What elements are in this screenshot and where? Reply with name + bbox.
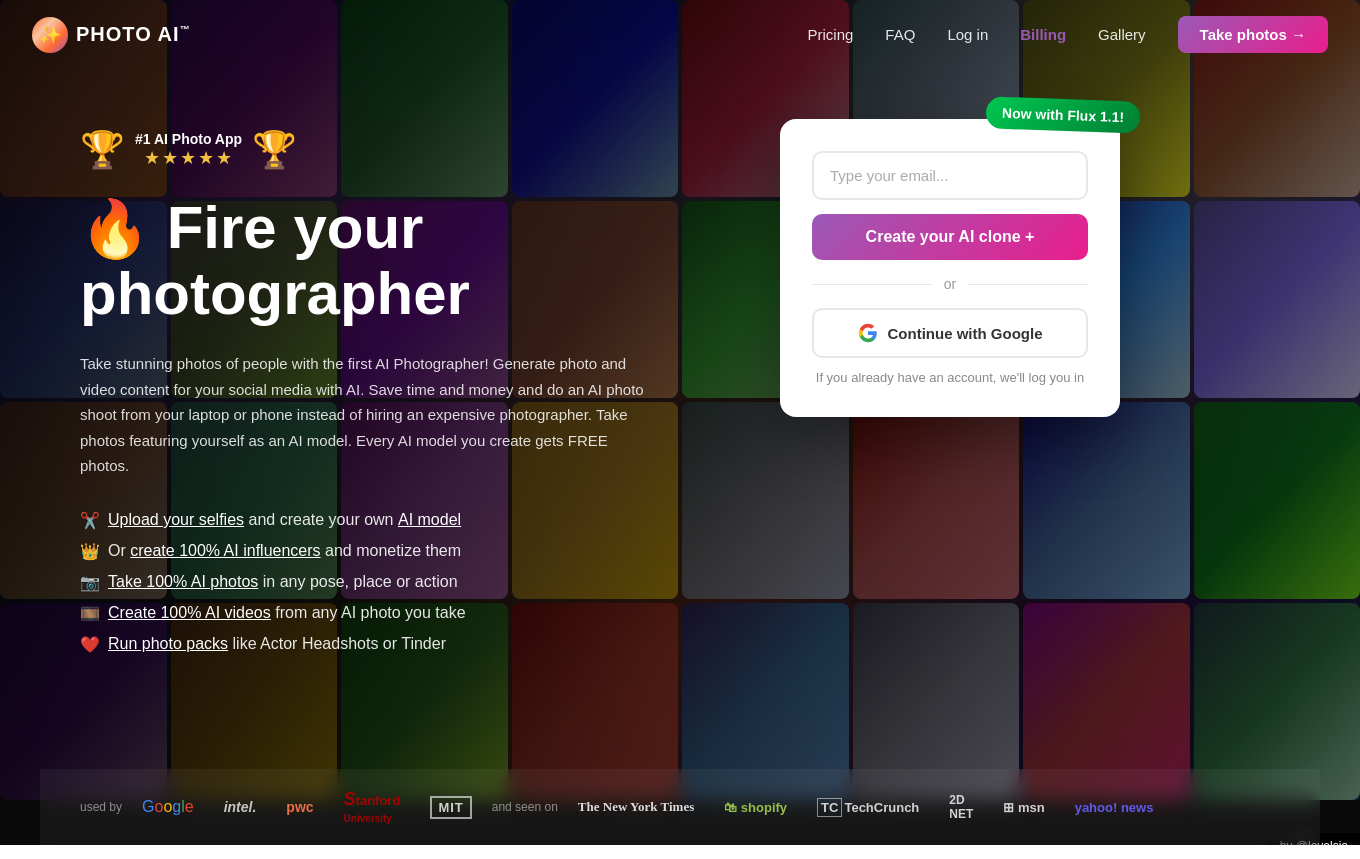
- run-photo-packs-link[interactable]: Run photo packs: [108, 635, 228, 652]
- google-signin-button[interactable]: Continue with Google: [812, 308, 1088, 358]
- upload-selfies-link[interactable]: Upload your selfies: [108, 511, 244, 528]
- ai-influencers-link[interactable]: create 100% AI influencers: [130, 542, 320, 559]
- film-icon: 🎞️: [80, 604, 100, 623]
- brands-inner: used by Google intel. pwc StanfordUniver…: [40, 769, 1320, 845]
- hero-headline: 🔥 Fire yourphotographer: [80, 195, 740, 327]
- crown-icon: 👑: [80, 542, 100, 561]
- take-photos-button[interactable]: Take photos →: [1178, 16, 1328, 53]
- brand-nyt: The New York Times: [578, 799, 694, 815]
- signup-card: Create your AI clone + or Continue with …: [780, 119, 1120, 417]
- used-by-label: used by: [80, 800, 122, 814]
- brand-msn: ⊞ msn: [1003, 800, 1044, 815]
- email-input[interactable]: [812, 151, 1088, 200]
- logo-link[interactable]: ✨ PHOTO AI™: [32, 17, 191, 53]
- brand-yahoo: yahoo! news: [1075, 800, 1154, 815]
- create-ai-videos-link[interactable]: Create 100% AI videos: [108, 604, 271, 621]
- create-clone-button[interactable]: Create your AI clone +: [812, 214, 1088, 260]
- award-text-block: #1 AI Photo App ★★★★★: [135, 131, 242, 169]
- brand-shopify: 🛍 shopify: [724, 800, 787, 815]
- brand-intel: intel.: [224, 799, 257, 815]
- feature-influencer: 👑 Or create 100% AI influencers and mone…: [80, 542, 740, 561]
- hero-features-list: ✂️ Upload your selfies and create your o…: [80, 511, 740, 654]
- nav-billing[interactable]: Billing: [1020, 26, 1066, 43]
- media-logos: The New York Times 🛍 shopify TCTechCrunc…: [578, 793, 1154, 821]
- google-icon: [858, 323, 878, 343]
- feature-photo-packs: ❤️ Run photo packs like Actor Headshots …: [80, 635, 740, 654]
- seen-on-label: and seen on: [492, 800, 558, 814]
- logo-text: PHOTO AI™: [76, 23, 191, 46]
- brand-zdnet: 2DNET: [949, 793, 973, 821]
- heart-icon: ❤️: [80, 635, 100, 654]
- brand-mit: MIT: [430, 796, 471, 819]
- brand-logos: Google intel. pwc StanfordUniversity MIT: [142, 789, 472, 825]
- hero-section: 🏆 #1 AI Photo App ★★★★★ 🏆 🔥 Fire yourpho…: [0, 69, 1360, 789]
- signup-card-wrapper: Now with Flux 1.1! Create your AI clone …: [780, 119, 1120, 417]
- brand-google: Google: [142, 798, 194, 816]
- feature-upload: ✂️ Upload your selfies and create your o…: [80, 511, 740, 530]
- brand-pwc: pwc: [286, 799, 313, 815]
- feature-photos: 📷 Take 100% AI photos in any pose, place…: [80, 573, 740, 592]
- nav-pricing[interactable]: Pricing: [808, 26, 854, 43]
- flux-badge: Now with Flux 1.1!: [985, 96, 1140, 133]
- navbar: ✨ PHOTO AI™ Pricing FAQ Log in Billing G…: [0, 0, 1360, 69]
- upload-icon: ✂️: [80, 511, 100, 530]
- brand-techcrunch: TCTechCrunch: [817, 800, 919, 815]
- nav-gallery[interactable]: Gallery: [1098, 26, 1146, 43]
- take-ai-photos-link[interactable]: Take 100% AI photos: [108, 573, 258, 590]
- nav-faq[interactable]: FAQ: [885, 26, 915, 43]
- brand-stanford: StanfordUniversity: [344, 789, 401, 825]
- brands-bar: used by Google intel. pwc StanfordUniver…: [0, 769, 1360, 845]
- divider: or: [812, 276, 1088, 292]
- camera-icon: 📷: [80, 573, 100, 592]
- laurel-left-icon: 🏆: [80, 129, 125, 171]
- hero-description: Take stunning photos of people with the …: [80, 351, 660, 479]
- laurel-right-icon: 🏆: [252, 129, 297, 171]
- testimonials-grid: "Photo AI is making money by "Photo AI c…: [40, 845, 1320, 859]
- nav-links: Pricing FAQ Log in Billing Gallery Take …: [808, 16, 1329, 53]
- ai-model-link[interactable]: AI model: [398, 511, 461, 528]
- fire-emoji: 🔥: [80, 197, 150, 260]
- award-badge: 🏆 #1 AI Photo App ★★★★★ 🏆: [80, 129, 297, 171]
- testimonials-section: "Photo AI is making money by "Photo AI c…: [0, 845, 1360, 859]
- feature-videos: 🎞️ Create 100% AI videos from any AI pho…: [80, 604, 740, 623]
- logo-icon: ✨: [32, 17, 68, 53]
- nav-login[interactable]: Log in: [947, 26, 988, 43]
- hero-content: 🏆 #1 AI Photo App ★★★★★ 🏆 🔥 Fire yourpho…: [80, 109, 740, 654]
- signin-note: If you already have an account, we'll lo…: [812, 370, 1088, 385]
